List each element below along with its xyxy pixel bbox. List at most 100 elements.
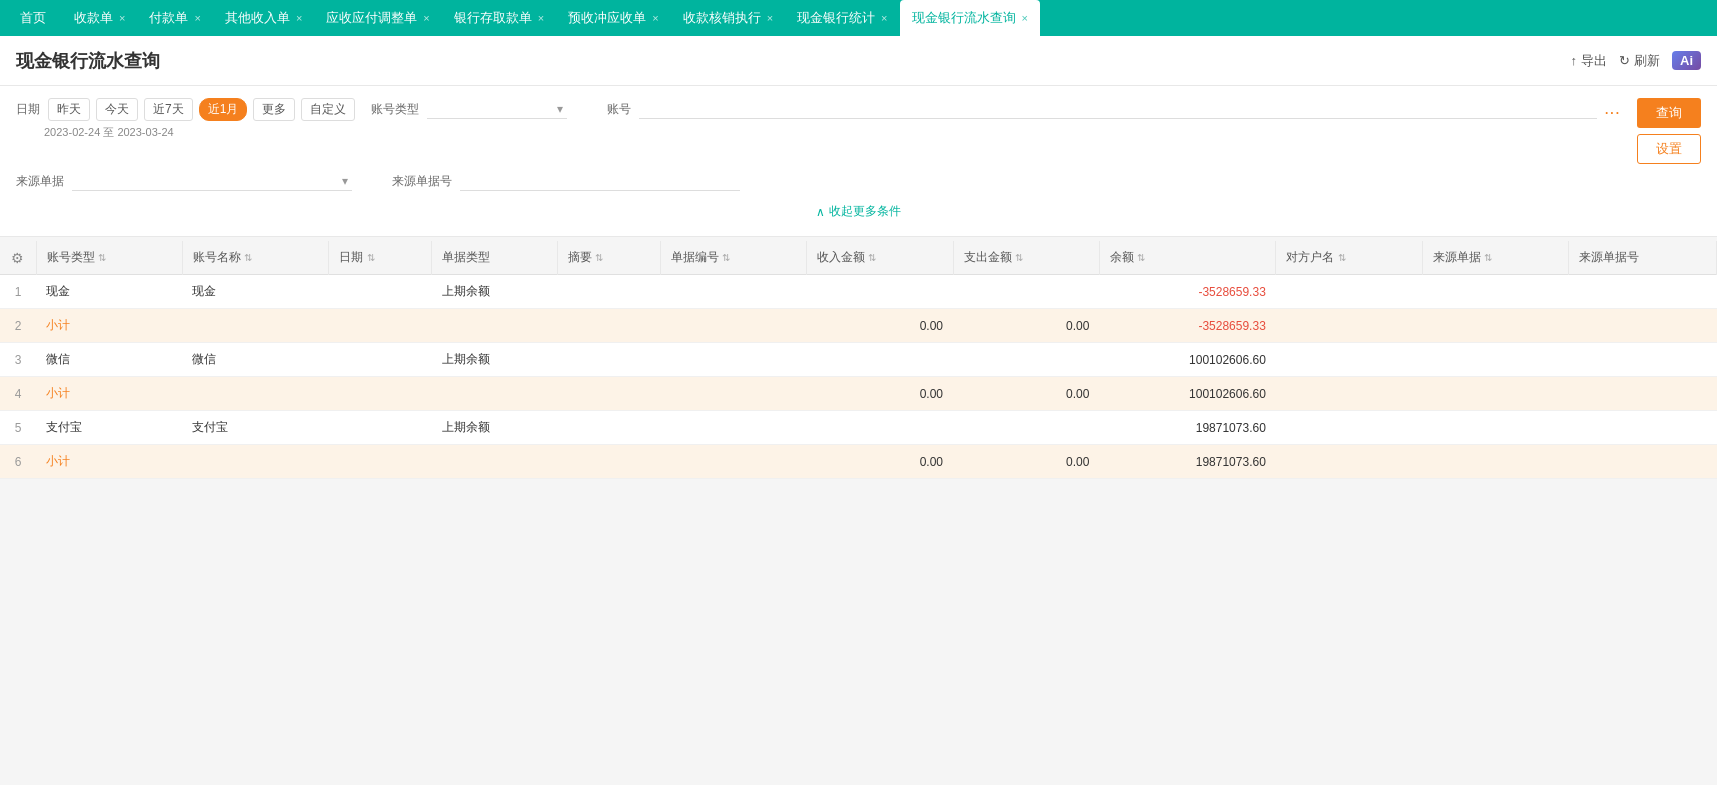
col-account-type: 账号类型 ⇅ (36, 241, 182, 275)
cell-account-name (182, 377, 328, 411)
cell-doc-type (432, 309, 558, 343)
cell-summary (557, 445, 660, 479)
cell-counterpart (1276, 377, 1422, 411)
nav-home[interactable]: 首页 (4, 0, 62, 36)
cell-doc-type (432, 445, 558, 479)
close-icon[interactable]: × (538, 12, 544, 24)
export-icon: ↑ (1571, 53, 1578, 68)
cell-summary (557, 275, 660, 309)
cell-account-type: 小计 (36, 377, 182, 411)
cell-expense: 0.00 (953, 377, 1099, 411)
nav-tab-收款单[interactable]: 收款单 × (62, 0, 137, 36)
cell-source-doc-no (1569, 309, 1717, 343)
row-index: 3 (0, 343, 36, 377)
nav-tab-付款单[interactable]: 付款单 × (137, 0, 212, 36)
nav-tab-预收冲应收单[interactable]: 预收冲应收单 × (556, 0, 670, 36)
cell-counterpart (1276, 445, 1422, 479)
source-doc-no-input[interactable] (460, 172, 740, 191)
table-row: 3 微信 微信 上期余额 100102606.60 (0, 343, 1717, 377)
sort-icon[interactable]: ⇅ (367, 252, 375, 263)
cell-doc-no (660, 377, 806, 411)
table-body: 1 现金 现金 上期余额 -3528659.33 2 小计 0.00 0.00 … (0, 275, 1717, 479)
nav-tab-其他收入单[interactable]: 其他收入单 × (213, 0, 314, 36)
cell-balance: 19871073.60 (1099, 411, 1275, 445)
close-icon[interactable]: × (119, 12, 125, 24)
date-shortcuts: 昨天 今天 近7天 近1月 更多 自定义 (48, 98, 355, 121)
refresh-button[interactable]: ↻ 刷新 (1619, 52, 1660, 70)
sort-icon[interactable]: ⇅ (868, 252, 876, 263)
sort-icon[interactable]: ⇅ (1015, 252, 1023, 263)
sort-icon[interactable]: ⇅ (1484, 252, 1492, 263)
collapse-bar[interactable]: ∧ 收起更多条件 (16, 199, 1701, 224)
close-icon[interactable]: × (296, 12, 302, 24)
row-index: 6 (0, 445, 36, 479)
account-type-select[interactable]: 现金 微信 支付宝 (427, 100, 547, 118)
sort-icon[interactable]: ⇅ (244, 252, 252, 263)
cell-account-name: 现金 (182, 275, 328, 309)
date-btn-today[interactable]: 今天 (96, 98, 138, 121)
sort-icon[interactable]: ⇅ (595, 252, 603, 263)
cell-expense (953, 343, 1099, 377)
cell-summary (557, 309, 660, 343)
cell-account-type: 小计 (36, 309, 182, 343)
col-account-name: 账号名称 ⇅ (182, 241, 328, 275)
cell-summary (557, 343, 660, 377)
row-index: 5 (0, 411, 36, 445)
close-icon[interactable]: × (767, 12, 773, 24)
account-input[interactable] (639, 100, 1597, 119)
gear-icon[interactable]: ⚙ (11, 250, 24, 266)
cell-summary (557, 411, 660, 445)
col-summary: 摘要 ⇅ (557, 241, 660, 275)
cell-balance: 100102606.60 (1099, 343, 1275, 377)
query-button[interactable]: 查询 (1637, 98, 1701, 128)
cell-summary (557, 377, 660, 411)
cell-source-doc-no (1569, 343, 1717, 377)
sort-icon[interactable]: ⇅ (1338, 252, 1346, 263)
date-btn-custom[interactable]: 自定义 (301, 98, 355, 121)
table-container: ⚙ 账号类型 ⇅ 账号名称 ⇅ 日期 ⇅ 单据类型 摘 (0, 241, 1717, 479)
nav-tab-收款核销执行[interactable]: 收款核销执行 × (671, 0, 785, 36)
cell-counterpart (1276, 309, 1422, 343)
cell-income: 0.00 (807, 445, 953, 479)
date-btn-more[interactable]: 更多 (253, 98, 295, 121)
ai-button[interactable]: Ai (1672, 51, 1701, 70)
cell-account-name (182, 445, 328, 479)
close-icon[interactable]: × (881, 12, 887, 24)
col-doc-type: 单据类型 (432, 241, 558, 275)
cell-balance: 19871073.60 (1099, 445, 1275, 479)
cell-doc-no (660, 445, 806, 479)
sort-icon[interactable]: ⇅ (98, 252, 106, 263)
nav-tab-银行存取款单[interactable]: 银行存取款单 × (442, 0, 556, 36)
col-doc-no: 单据编号 ⇅ (660, 241, 806, 275)
col-expense: 支出金额 ⇅ (953, 241, 1099, 275)
close-icon[interactable]: × (423, 12, 429, 24)
cell-date (329, 343, 432, 377)
close-icon[interactable]: × (652, 12, 658, 24)
cell-doc-type: 上期余额 (432, 343, 558, 377)
date-btn-yesterday[interactable]: 昨天 (48, 98, 90, 121)
cell-account-name (182, 309, 328, 343)
nav-tab-现金银行流水查询[interactable]: 现金银行流水查询 × (900, 0, 1040, 36)
account-label: 账号 (607, 101, 631, 118)
nav-tab-现金银行统计[interactable]: 现金银行统计 × (785, 0, 899, 36)
source-doc-group: 来源单据 收款单 付款单 ▾ (16, 172, 352, 191)
cell-date (329, 309, 432, 343)
source-doc-select-wrapper: 收款单 付款单 ▾ (72, 172, 352, 191)
date-btn-1month[interactable]: 近1月 (199, 98, 248, 121)
sort-icon[interactable]: ⇅ (722, 252, 730, 263)
export-button[interactable]: ↑ 导出 (1571, 52, 1608, 70)
sort-icon[interactable]: ⇅ (1137, 252, 1145, 263)
cell-doc-type: 上期余额 (432, 411, 558, 445)
cell-counterpart (1276, 343, 1422, 377)
cell-source-doc-no (1569, 377, 1717, 411)
date-btn-7days[interactable]: 近7天 (144, 98, 193, 121)
settings-button[interactable]: 设置 (1637, 134, 1701, 164)
nav-tab-应收应付调整单[interactable]: 应收应付调整单 × (314, 0, 441, 36)
cell-source-doc-no (1569, 411, 1717, 445)
cell-source-doc (1422, 377, 1568, 411)
more-dots-button[interactable]: ... (1605, 103, 1621, 117)
source-doc-select[interactable]: 收款单 付款单 (72, 172, 332, 190)
close-icon[interactable]: × (194, 12, 200, 24)
close-icon[interactable]: × (1022, 12, 1028, 24)
source-doc-no-label: 来源单据号 (392, 173, 452, 190)
